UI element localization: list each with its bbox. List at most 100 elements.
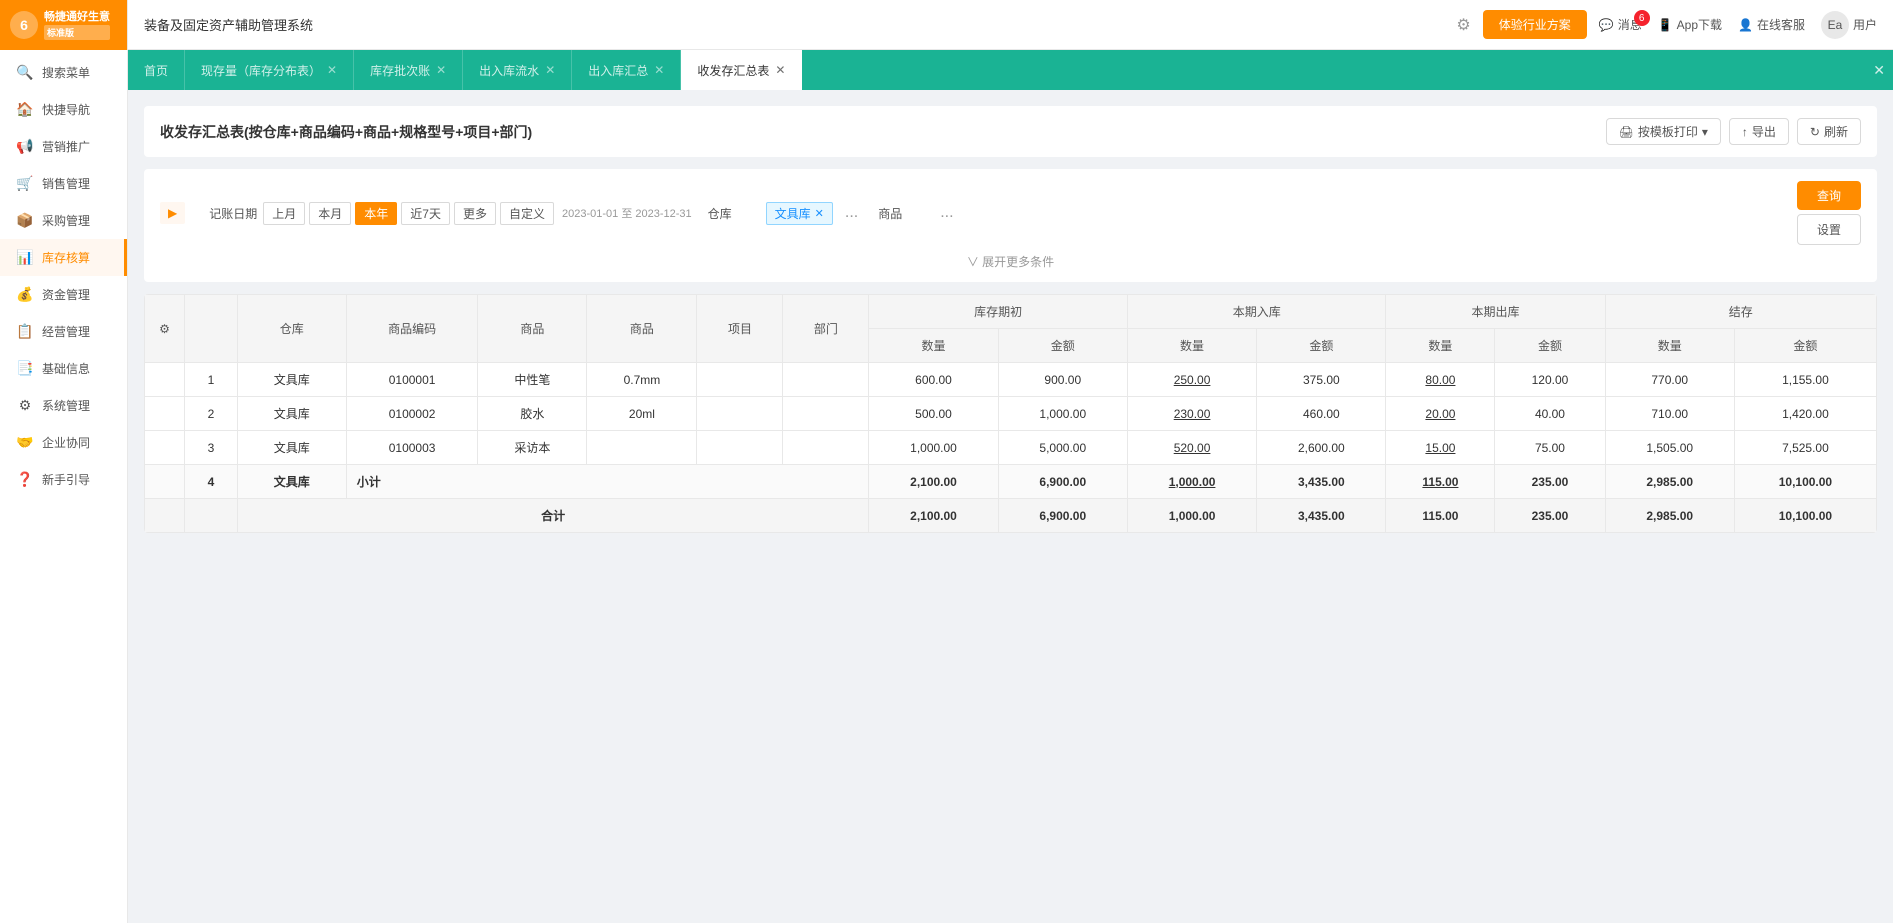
row-name: 胶水 [478, 397, 587, 431]
system-name: 装备及固定资产辅助管理系统 [144, 15, 1444, 34]
message-button[interactable]: 💬 消息 6 [1599, 16, 1642, 33]
sidebar-item-label: 快捷导航 [42, 101, 90, 118]
page-header: 收发存汇总表(按仓库+商品编码+商品+规格型号+项目+部门) 🖨 按模板打印 ▾… [144, 106, 1877, 157]
sidebar-item-sales[interactable]: 🛒 销售管理 [0, 165, 127, 202]
query-button[interactable]: 查询 [1797, 181, 1861, 210]
subtotal-num: 4 [185, 465, 238, 499]
th-balance: 结存 [1605, 295, 1876, 329]
th-init-qty: 数量 [869, 329, 998, 363]
row-in-amt: 375.00 [1257, 363, 1386, 397]
subtotal-in-amt: 3,435.00 [1257, 465, 1386, 499]
date-more-btn[interactable]: 更多 [454, 202, 496, 225]
warehouse-tag-close-icon[interactable]: ✕ [815, 207, 824, 220]
date-this-year-btn[interactable]: 本年 [355, 202, 397, 225]
th-dept: 部门 [783, 295, 869, 363]
tab-close-icon[interactable]: ✕ [436, 63, 446, 77]
date-custom-btn[interactable]: 自定义 [500, 202, 554, 225]
goods-label: 商品 [878, 205, 928, 222]
sidebar-item-search[interactable]: 🔍 搜索菜单 [0, 54, 127, 91]
system-icon: ⚙ [16, 397, 34, 414]
row-out-qty[interactable]: 15.00 [1386, 431, 1495, 465]
table-row: 2 文具库 0100002 胶水 20ml 500.00 1,000.00 23… [145, 397, 1877, 431]
total-in-qty: 1,000.00 [1127, 499, 1256, 533]
tab-label: 出入库汇总 [588, 62, 648, 79]
tab-in-out-flow[interactable]: 出入库流水 ✕ [463, 50, 572, 90]
expand-more-button[interactable]: ∨ 展开更多条件 [967, 253, 1054, 270]
th-project: 项目 [697, 295, 783, 363]
tab-receive-send[interactable]: 收发存汇总表 ✕ [681, 50, 802, 90]
warehouse-ellipsis[interactable]: ... [841, 204, 862, 222]
subtotal-in-qty[interactable]: 1,000.00 [1127, 465, 1256, 499]
warehouse-tag-text: 文具库 [775, 205, 811, 222]
tab-bar-close-icon[interactable]: ✕ [1873, 62, 1885, 79]
tab-close-icon[interactable]: ✕ [545, 63, 555, 77]
row-init-amt: 900.00 [998, 363, 1127, 397]
date-7days-btn[interactable]: 近7天 [401, 202, 450, 225]
row-init-qty: 1,000.00 [869, 431, 998, 465]
sidebar-item-label: 企业协同 [42, 434, 90, 451]
tab-close-icon[interactable]: ✕ [327, 63, 337, 77]
sidebar-item-purchase[interactable]: 📦 采购管理 [0, 202, 127, 239]
row-spec: 0.7mm [587, 363, 697, 397]
tab-label: 现存量（库存分布表） [201, 62, 321, 79]
sidebar-item-label: 搜索菜单 [42, 64, 90, 81]
sales-icon: 🛒 [16, 175, 34, 192]
row-out-amt: 40.00 [1495, 397, 1605, 431]
sidebar: 6 畅捷通好生意 标准版 🔍 搜索菜单 🏠 快捷导航 📢 营销推广 🛒 销售管理… [0, 0, 128, 923]
sidebar-item-guide[interactable]: ❓ 新手引导 [0, 461, 127, 498]
row-warehouse: 文具库 [237, 397, 346, 431]
sidebar-item-inventory[interactable]: 📊 库存核算 [0, 239, 127, 276]
user-button[interactable]: Ea 用户 [1821, 11, 1877, 39]
row-in-qty[interactable]: 250.00 [1127, 363, 1256, 397]
warehouse-tag: 文具库 ✕ [766, 202, 833, 225]
date-this-month-btn[interactable]: 本月 [309, 202, 351, 225]
subtotal-init-qty: 2,100.00 [869, 465, 998, 499]
th-code: 商品编码 [346, 295, 478, 363]
subtotal-out-qty[interactable]: 115.00 [1386, 465, 1495, 499]
settings-small-button[interactable]: 设置 [1797, 214, 1861, 245]
tab-batch-ledger[interactable]: 库存批次账 ✕ [354, 50, 463, 90]
sidebar-item-enterprise[interactable]: 🤝 企业协同 [0, 424, 127, 461]
total-out-qty: 115.00 [1386, 499, 1495, 533]
app-download-button[interactable]: 📱 App下载 [1658, 16, 1722, 33]
sidebar-item-basic[interactable]: 📑 基础信息 [0, 350, 127, 387]
goods-ellipsis[interactable]: ... [936, 204, 957, 222]
filter-goods-area: 商品 ... [878, 204, 957, 222]
row-out-qty[interactable]: 20.00 [1386, 397, 1495, 431]
row-bal-amt: 1,155.00 [1734, 363, 1876, 397]
sidebar-item-label: 采购管理 [42, 212, 90, 229]
row-checkbox [145, 397, 185, 431]
sidebar-item-business[interactable]: 📋 经营管理 [0, 313, 127, 350]
tab-close-icon[interactable]: ✕ [654, 63, 664, 77]
tab-close-icon[interactable]: ✕ [775, 63, 785, 77]
tab-in-out-summary[interactable]: 出入库汇总 ✕ [572, 50, 681, 90]
sidebar-item-marketing[interactable]: 📢 营销推广 [0, 128, 127, 165]
row-in-qty[interactable]: 230.00 [1127, 397, 1256, 431]
filter-expand-button[interactable]: ▶ [160, 202, 185, 224]
export-button[interactable]: ↑ 导出 [1729, 118, 1789, 145]
filter-expand-more-row: ∨ 展开更多条件 [160, 253, 1861, 270]
row-checkbox [145, 431, 185, 465]
online-service-button[interactable]: 👤 在线客服 [1738, 16, 1805, 33]
tab-inventory-dist[interactable]: 现存量（库存分布表） ✕ [185, 50, 354, 90]
experience-button[interactable]: 体验行业方案 [1483, 10, 1587, 39]
settings-icon[interactable]: ⚙ [1456, 15, 1470, 35]
tab-home[interactable]: 首页 [128, 50, 185, 90]
sidebar-item-label: 资金管理 [42, 286, 90, 303]
row-out-qty[interactable]: 80.00 [1386, 363, 1495, 397]
sidebar-item-finance[interactable]: 💰 资金管理 [0, 276, 127, 313]
th-settings[interactable]: ⚙ [145, 295, 185, 363]
row-spec [587, 431, 697, 465]
row-project [697, 397, 783, 431]
sidebar-item-system[interactable]: ⚙ 系统管理 [0, 387, 127, 424]
refresh-button[interactable]: ↻ 刷新 [1797, 118, 1861, 145]
row-name: 采访本 [478, 431, 587, 465]
date-last-month-btn[interactable]: 上月 [263, 202, 305, 225]
filter-warehouse-area: 仓库 文具库 ✕ ... [708, 202, 863, 225]
subtotal-bal-qty: 2,985.00 [1605, 465, 1734, 499]
filter-date-group: 记账日期 上月 本月 本年 近7天 更多 自定义 2023-01-01 至 20… [209, 202, 691, 225]
row-project [697, 431, 783, 465]
print-button[interactable]: 🖨 按模板打印 ▾ [1606, 118, 1721, 145]
sidebar-item-quick-nav[interactable]: 🏠 快捷导航 [0, 91, 127, 128]
row-in-qty[interactable]: 520.00 [1127, 431, 1256, 465]
